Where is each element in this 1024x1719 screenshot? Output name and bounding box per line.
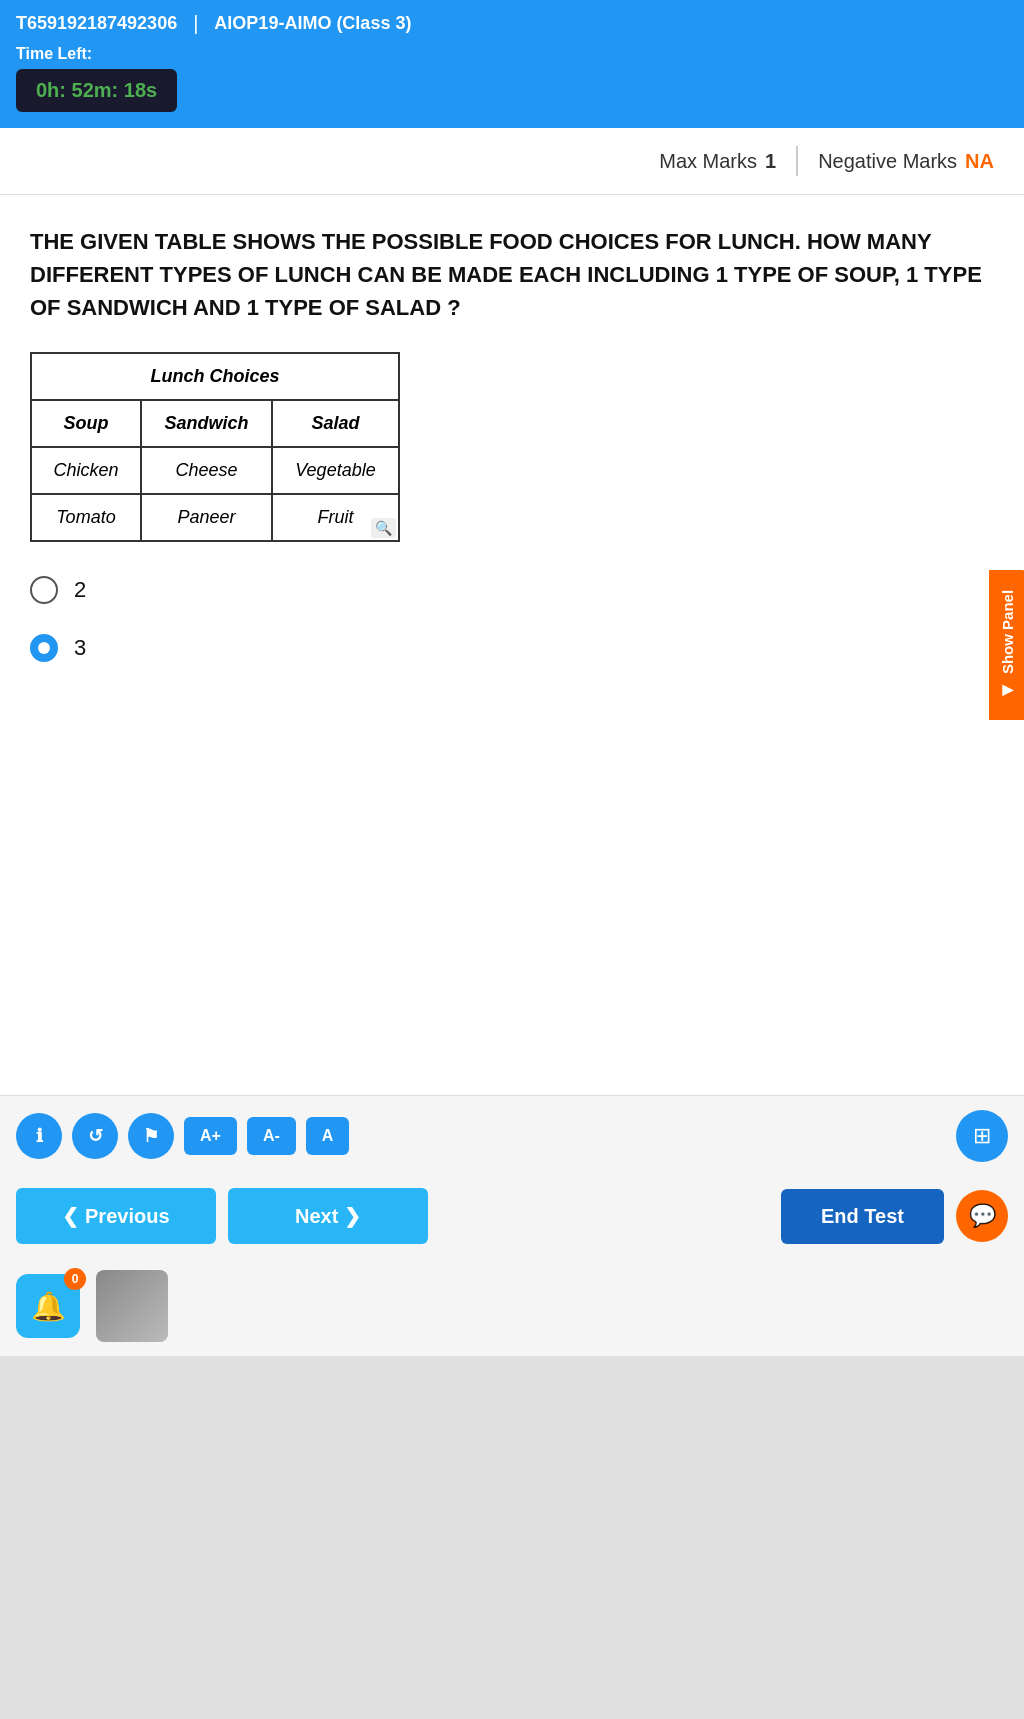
- marks-bar: Max Marks 1 Negative Marks NA: [0, 128, 1024, 195]
- reset-font-button[interactable]: A: [306, 1117, 350, 1155]
- table-row: Chicken Cheese Vegetable: [31, 447, 399, 494]
- option-2-label: 2: [74, 577, 86, 603]
- cell-cheese: Cheese: [141, 447, 272, 494]
- options-list: 2 3: [30, 576, 994, 662]
- col-header-salad: Salad: [272, 400, 399, 447]
- decrease-font-button[interactable]: A-: [247, 1117, 296, 1155]
- header: T659192187492306 | AIOP19-AIMO (Class 3)…: [0, 0, 1024, 128]
- max-marks-label: Max Marks: [659, 150, 757, 173]
- radio-2[interactable]: [30, 576, 58, 604]
- bookmark-icon: ⚑: [143, 1125, 159, 1147]
- notification-badge: 0: [64, 1268, 86, 1290]
- avatar-placeholder: [96, 1270, 168, 1342]
- previous-button[interactable]: ❮ Previous: [16, 1188, 216, 1244]
- nav-buttons: ❮ Previous Next ❯ End Test 💬: [0, 1176, 1024, 1256]
- marks-separator: [796, 146, 798, 176]
- option-2[interactable]: 2: [30, 576, 994, 604]
- user-id: T659192187492306: [16, 13, 177, 34]
- lunch-table-wrapper: Lunch Choices Soup Sandwich Salad Chicke…: [30, 352, 994, 546]
- negative-marks-label: Negative Marks: [818, 150, 957, 173]
- chat-icon: 💬: [969, 1203, 996, 1229]
- cell-paneer: Paneer: [141, 494, 272, 541]
- option-3-label: 3: [74, 635, 86, 661]
- question-area: THE GIVEN TABLE SHOWS THE POSSIBLE FOOD …: [0, 195, 1024, 1095]
- notification-button[interactable]: 🔔 0: [16, 1274, 80, 1338]
- time-left-label: Time Left:: [16, 45, 1008, 63]
- table-container: Lunch Choices Soup Sandwich Salad Chicke…: [30, 352, 400, 542]
- chat-button[interactable]: 💬: [956, 1190, 1008, 1242]
- zoom-icon[interactable]: 🔍: [371, 518, 396, 538]
- question-text: THE GIVEN TABLE SHOWS THE POSSIBLE FOOD …: [30, 225, 994, 324]
- info-icon: ℹ: [36, 1125, 43, 1147]
- undo-button[interactable]: ↺: [72, 1113, 118, 1159]
- col-header-sandwich: Sandwich: [141, 400, 272, 447]
- chevron-left-icon: ◀: [1000, 684, 1016, 700]
- negative-marks-item: Negative Marks NA: [818, 150, 994, 173]
- bottom-bar: 🔔 0: [0, 1256, 1024, 1356]
- bell-icon: 🔔: [31, 1290, 66, 1323]
- increase-font-button[interactable]: A+: [184, 1117, 237, 1155]
- undo-icon: ↺: [88, 1125, 103, 1147]
- show-panel-button[interactable]: ◀ Show Panel: [989, 570, 1024, 720]
- user-avatar: [96, 1270, 168, 1342]
- calculator-button[interactable]: ⊞: [956, 1110, 1008, 1162]
- max-marks-value: 1: [765, 150, 776, 173]
- timer-display: 0h: 52m: 18s: [16, 69, 177, 112]
- radio-3[interactable]: [30, 634, 58, 662]
- option-3[interactable]: 3: [30, 634, 994, 662]
- col-header-soup: Soup: [31, 400, 141, 447]
- calculator-icon: ⊞: [973, 1123, 991, 1149]
- table-row: Tomato Paneer Fruit: [31, 494, 399, 541]
- show-panel-label: Show Panel: [999, 590, 1016, 674]
- lunch-choices-table: Lunch Choices Soup Sandwich Salad Chicke…: [30, 352, 400, 542]
- info-button[interactable]: ℹ: [16, 1113, 62, 1159]
- max-marks-item: Max Marks 1: [659, 150, 776, 173]
- negative-marks-value: NA: [965, 150, 994, 173]
- bottom-toolbar: ℹ ↺ ⚑ A+ A- A ⊞: [0, 1095, 1024, 1176]
- exam-name: AIOP19-AIMO (Class 3): [214, 13, 411, 34]
- next-button[interactable]: Next ❯: [228, 1188, 428, 1244]
- cell-chicken: Chicken: [31, 447, 141, 494]
- bookmark-button[interactable]: ⚑: [128, 1113, 174, 1159]
- cell-vegetable: Vegetable: [272, 447, 399, 494]
- header-divider: |: [193, 12, 198, 35]
- end-test-button[interactable]: End Test: [781, 1189, 944, 1244]
- cell-tomato: Tomato: [31, 494, 141, 541]
- table-title: Lunch Choices: [31, 353, 399, 400]
